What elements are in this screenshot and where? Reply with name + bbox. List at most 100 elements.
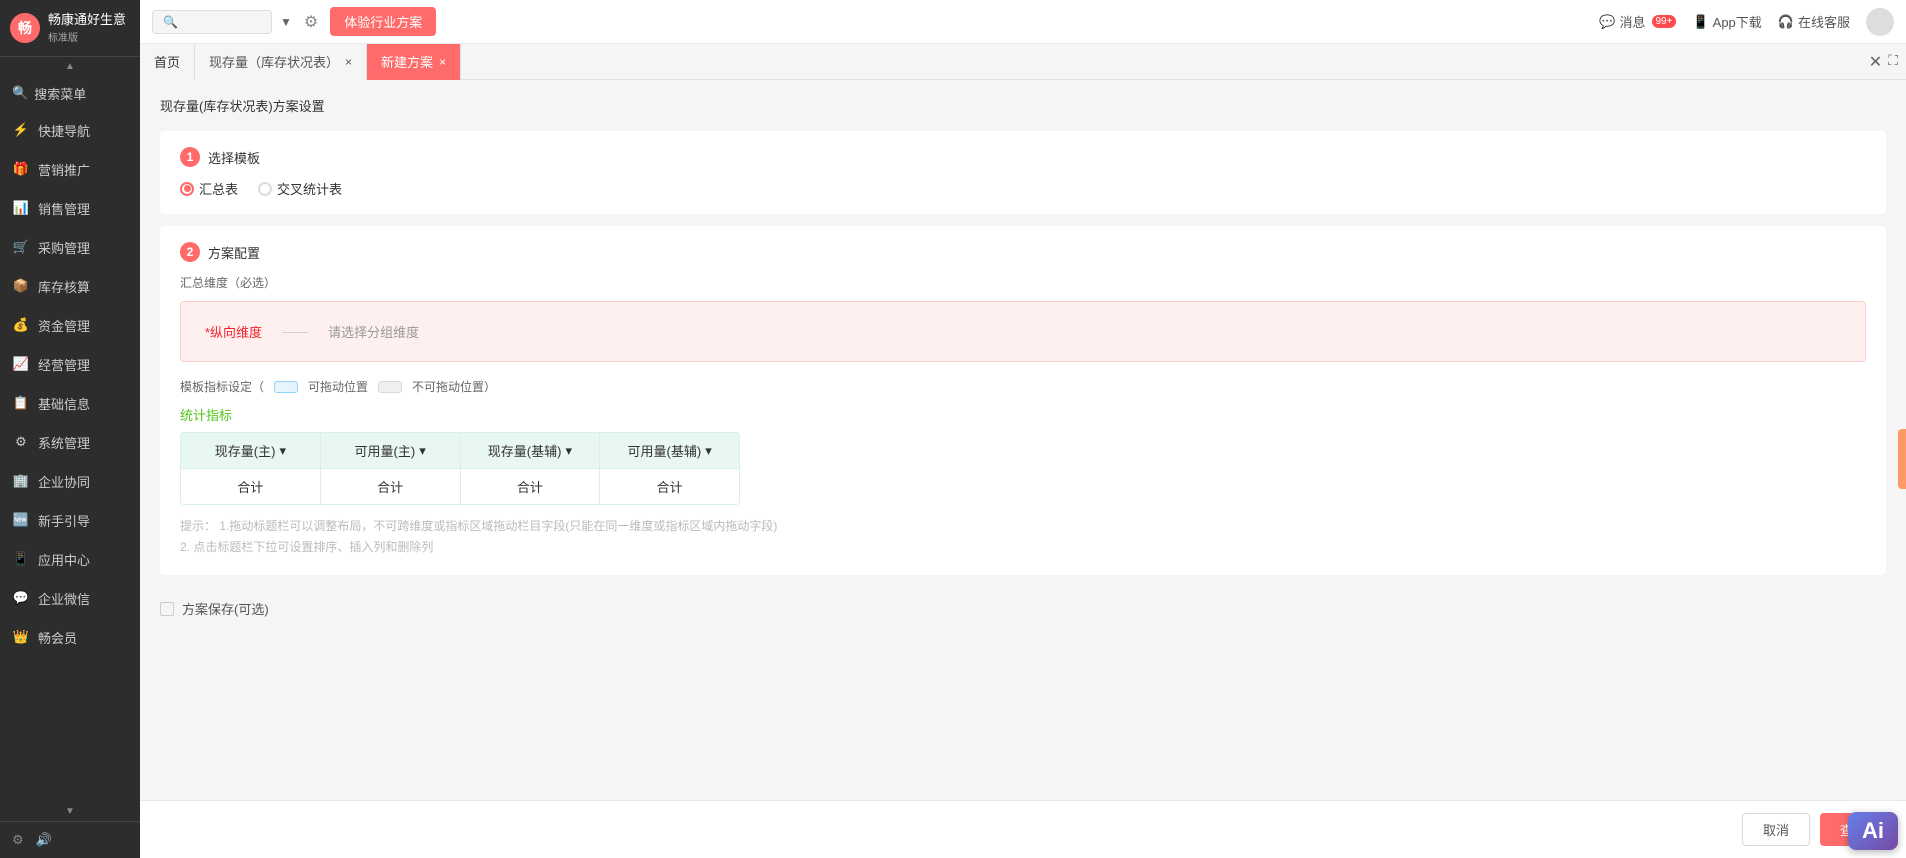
radio-dot-summary (180, 182, 194, 196)
main-area: 🔍 ▼ ⚙ 体验行业方案 💬 消息 99+ 📱 App下载 🎧 在线客服 (140, 0, 1906, 858)
sidebar-logo: 畅 畅康通好生意 标准版 (0, 0, 140, 57)
header-cell-3[interactable]: 可用量(基辅) ▾ (600, 433, 739, 468)
header-cell-0[interactable]: 现存量(主) ▾ (181, 433, 321, 468)
dimension-arrow: —— (282, 324, 308, 339)
tab-new-plan[interactable]: 新建方案 × (367, 44, 461, 80)
ai-badge[interactable]: Ai (1848, 812, 1898, 850)
user-avatar[interactable] (1866, 8, 1894, 36)
chevron-down-icon-0: ▾ (279, 443, 286, 459)
app-center-icon: 📱 (12, 550, 30, 568)
sidebar-item-purchase[interactable]: 🛒 采购管理 (0, 228, 140, 267)
tips-section: 提示： 1.拖动标题栏可以调整布局，不可跨维度或指标区域拖动栏目字段(只能在同一… (180, 517, 1866, 555)
stats-section-title: 统计指标 (180, 405, 1866, 424)
page-title: 现存量(库存状况表)方案设置 (160, 96, 1886, 115)
enterprise-icon: 🏢 (12, 472, 30, 490)
member-icon: 👑 (12, 628, 30, 646)
operations-icon: 📈 (12, 355, 30, 373)
radio-dot-crosstab (258, 182, 272, 196)
marketing-icon: 🎁 (12, 160, 30, 178)
table-row: 合计 合计 合计 合计 (181, 468, 739, 504)
sidebar-item-search[interactable]: 🔍 搜索菜单 (0, 76, 140, 111)
sidebar-item-sales[interactable]: 📊 销售管理 (0, 189, 140, 228)
radio-summary[interactable]: 汇总表 (180, 179, 238, 198)
purchase-icon: 🛒 (12, 238, 30, 256)
dimension-box: *纵向维度 —— 请选择分组维度 (180, 301, 1866, 362)
sidebar-nav: 🔍 搜索菜单 ⚡ 快捷导航 🎁 营销推广 📊 销售管理 🛒 采购管理 📦 库存核… (0, 76, 140, 802)
cell-0-1: 合计 (321, 469, 461, 504)
required-star: *纵向维度 (205, 322, 262, 341)
cell-0-0: 合计 (181, 469, 321, 504)
sidebar-scroll-up[interactable]: ▲ (0, 57, 140, 76)
message-icon: 💬 (1599, 14, 1615, 30)
template-radio-group: 汇总表 交叉统计表 (180, 179, 1866, 198)
step2-label: 2 方案配置 (180, 242, 1866, 262)
headset-icon: 🎧 (1778, 14, 1794, 30)
sidebar-item-system[interactable]: ⚙ 系统管理 (0, 423, 140, 462)
cell-0-2: 合计 (461, 469, 601, 504)
chevron-down-icon-3: ▾ (705, 443, 712, 459)
bottom-actions: 取消 查询 (140, 800, 1906, 858)
non-draggable-indicator (378, 381, 402, 393)
stats-table-header: 现存量(主) ▾ 可用量(主) ▾ 现存量(基辅) ▾ 可用量(基辅) (181, 433, 739, 468)
enterprise-wechat-icon: 💬 (12, 589, 30, 607)
tab-close-new-plan[interactable]: × (439, 55, 446, 69)
sidebar-item-finance[interactable]: 💰 资金管理 (0, 306, 140, 345)
app-logo-icon: 畅 (10, 13, 40, 43)
sales-icon: 📊 (12, 199, 30, 217)
search-icon: 🔍 (12, 85, 28, 101)
topbar-right: 💬 消息 99+ 📱 App下载 🎧 在线客服 (1599, 8, 1894, 36)
sidebar-footer: ⚙ 🔊 (0, 821, 140, 858)
topbar-dropdown[interactable]: ▼ (280, 15, 292, 29)
metrics-config-section: 模板指标设定（ 可拖动位置 不可拖动位置） 统计指标 现存量(主) ▾ 可用 (180, 378, 1866, 505)
header-cell-2[interactable]: 现存量(基辅) ▾ (461, 433, 601, 468)
sidebar-item-enterprise[interactable]: 🏢 企业协同 (0, 462, 140, 501)
save-option-label[interactable]: 方案保存(可选) (160, 599, 1886, 618)
tab-home[interactable]: 首页 (140, 44, 195, 80)
app-download-icon: 📱 (1692, 14, 1708, 30)
step2-card: 2 方案配置 汇总维度（必选） *纵向维度 —— 请选择分组维度 模板指标设定（… (160, 226, 1886, 575)
topbar-gear-icon[interactable]: ⚙ (304, 12, 318, 32)
dimension-required-label: 汇总维度（必选） (180, 274, 1866, 291)
cell-0-3: 合计 (600, 469, 739, 504)
basic-info-icon: 📋 (12, 394, 30, 412)
sidebar-item-basic-info[interactable]: 📋 基础信息 (0, 384, 140, 423)
tab-expand-icon[interactable]: ⛶ (1888, 52, 1898, 72)
sidebar-item-app-center[interactable]: 📱 应用中心 (0, 540, 140, 579)
topbar-search-box[interactable]: 🔍 (152, 10, 272, 34)
header-cell-1[interactable]: 可用量(主) ▾ (321, 433, 461, 468)
save-option-section: 方案保存(可选) (160, 587, 1886, 698)
trial-industry-button[interactable]: 体验行业方案 (330, 7, 436, 36)
sidebar-item-quick-nav[interactable]: ⚡ 快捷导航 (0, 111, 140, 150)
right-scroll-indicator (1898, 429, 1906, 489)
save-checkbox[interactable] (160, 602, 174, 616)
app-name: 畅康通好生意 标准版 (48, 12, 126, 44)
tab-close-inventory[interactable]: × (345, 55, 352, 69)
sidebar-item-new-guide[interactable]: 🆕 新手引导 (0, 501, 140, 540)
step1-title: 选择模板 (208, 148, 260, 167)
tab-close-icon[interactable]: ✕ (1869, 52, 1882, 72)
settings-icon[interactable]: ⚙ (12, 832, 24, 848)
online-service-button[interactable]: 🎧 在线客服 (1778, 12, 1850, 31)
topbar-search-icon: 🔍 (163, 15, 178, 29)
sidebar-item-inventory[interactable]: 📦 库存核算 (0, 267, 140, 306)
stats-table: 现存量(主) ▾ 可用量(主) ▾ 现存量(基辅) ▾ 可用量(基辅) (180, 432, 740, 505)
chevron-down-icon-1: ▾ (419, 443, 426, 459)
step1-number: 1 (180, 147, 200, 167)
system-icon: ⚙ (12, 433, 30, 451)
sidebar-item-enterprise-wechat[interactable]: 💬 企业微信 (0, 579, 140, 618)
cancel-button[interactable]: 取消 (1742, 813, 1810, 846)
content-area: 现存量(库存状况表)方案设置 1 选择模板 汇总表 交叉统计表 2 (140, 80, 1906, 858)
inventory-icon: 📦 (12, 277, 30, 295)
sidebar-scroll-down[interactable]: ▼ (0, 802, 140, 821)
sidebar-item-marketing[interactable]: 🎁 营销推广 (0, 150, 140, 189)
app-download-button[interactable]: 📱 App下载 (1692, 12, 1761, 31)
sidebar-item-operations[interactable]: 📈 经营管理 (0, 345, 140, 384)
sidebar-item-member[interactable]: 👑 畅会员 (0, 618, 140, 657)
dimension-placeholder[interactable]: 请选择分组维度 (328, 322, 419, 341)
radio-crosstab[interactable]: 交叉统计表 (258, 179, 342, 198)
message-button[interactable]: 💬 消息 99+ (1599, 12, 1676, 31)
tab-inventory-status[interactable]: 现存量（库存状况表） × (195, 44, 367, 80)
audio-icon[interactable]: 🔊 (36, 832, 52, 848)
sidebar: 畅 畅康通好生意 标准版 ▲ 🔍 搜索菜单 ⚡ 快捷导航 🎁 营销推广 📊 销售… (0, 0, 140, 858)
message-badge: 99+ (1652, 15, 1677, 28)
